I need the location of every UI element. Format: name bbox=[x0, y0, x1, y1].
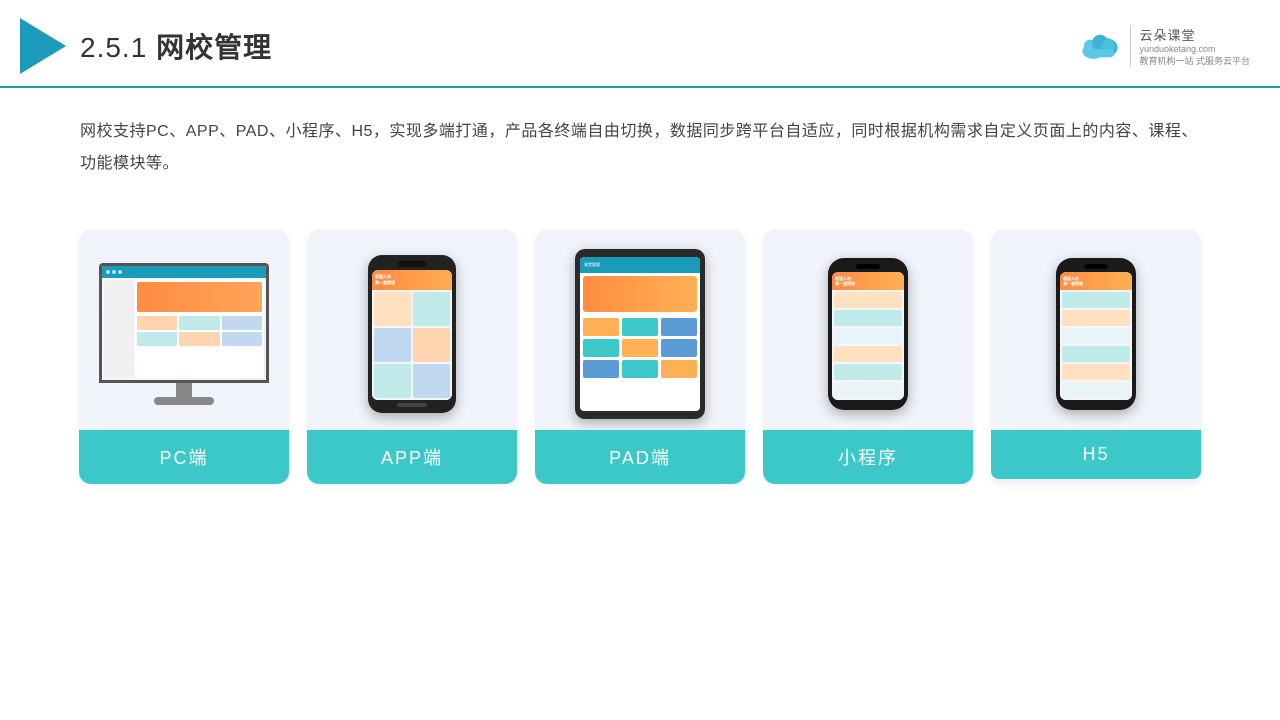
card-pad-image: 课堂管理 bbox=[535, 230, 745, 430]
monitor-screen bbox=[99, 263, 269, 383]
tablet-body: 课堂管理 bbox=[575, 249, 705, 419]
header: 2.5.1 网校管理 云朵课堂 yunduoketang.com 教育机构一站 … bbox=[0, 0, 1280, 88]
tablet-screen: 课堂管理 bbox=[580, 257, 700, 411]
phone-body: 职涯人的第一堂网课 bbox=[368, 255, 456, 413]
miniphone-body: 职涯人的第一堂网课 bbox=[828, 258, 908, 410]
page-title: 2.5.1 网校管理 bbox=[80, 26, 272, 66]
card-app-image: 职涯人的第一堂网课 bbox=[307, 230, 517, 430]
card-h5-image: 职涯人的第一堂网课 bbox=[991, 230, 1201, 430]
card-miniprogram-label: 小程序 bbox=[763, 430, 973, 484]
brand-name: 云朵课堂 bbox=[1139, 25, 1195, 44]
brand-url: yunduoketang.com bbox=[1139, 44, 1215, 54]
brand-logo: 云朵课堂 yunduoketang.com 教育机构一站 式服务云平台 bbox=[1076, 25, 1250, 67]
card-h5: 职涯人的第一堂网课 H5 bbox=[991, 230, 1201, 484]
phone-screen: 职涯人的第一堂网课 bbox=[372, 270, 452, 400]
card-h5-label: H5 bbox=[991, 430, 1201, 479]
card-app: 职涯人的第一堂网课 APP端 bbox=[307, 230, 517, 484]
h5-phone-screen: 职涯人的第一堂网课 bbox=[1060, 272, 1132, 400]
logo-icon bbox=[20, 18, 66, 74]
card-pc-label: PC端 bbox=[79, 430, 289, 484]
miniphone-screen: 职涯人的第一堂网课 bbox=[832, 272, 904, 400]
section-number: 2.5.1 bbox=[80, 32, 147, 63]
header-left: 2.5.1 网校管理 bbox=[20, 18, 272, 74]
phone-home-button bbox=[397, 403, 427, 407]
monitor-stand-neck bbox=[176, 383, 192, 397]
card-app-label: APP端 bbox=[307, 430, 517, 484]
tablet-mockup: 课堂管理 bbox=[575, 249, 705, 419]
monitor-stand-base bbox=[154, 397, 214, 405]
card-miniprogram-image: 职涯人的第一堂网课 bbox=[763, 230, 973, 430]
platform-cards: PC端 职涯人的第一堂网课 bbox=[0, 200, 1280, 504]
card-pc-image bbox=[79, 230, 289, 430]
h5-phone-mockup: 职涯人的第一堂网课 bbox=[1056, 258, 1136, 410]
cloud-icon bbox=[1076, 30, 1124, 62]
phone-notch bbox=[398, 261, 426, 267]
card-pad: 课堂管理 bbox=[535, 230, 745, 484]
description-paragraph: 网校支持PC、APP、PAD、小程序、H5，实现多端打通，产品各终端自由切换，数… bbox=[80, 116, 1200, 180]
brand-tagline: 教育机构一站 式服务云平台 bbox=[1139, 54, 1250, 67]
h5-phone-notch bbox=[1084, 264, 1108, 269]
miniphone-notch bbox=[856, 264, 880, 269]
card-pad-label: PAD端 bbox=[535, 430, 745, 484]
miniprogram-phone-mockup: 职涯人的第一堂网课 bbox=[828, 258, 908, 410]
card-pc: PC端 bbox=[79, 230, 289, 484]
description-text: 网校支持PC、APP、PAD、小程序、H5，实现多端打通，产品各终端自由切换，数… bbox=[0, 88, 1280, 190]
h5-phone-body: 职涯人的第一堂网课 bbox=[1056, 258, 1136, 410]
card-miniprogram: 职涯人的第一堂网课 小程序 bbox=[763, 230, 973, 484]
section-title: 网校管理 bbox=[156, 32, 272, 63]
header-right: 云朵课堂 yunduoketang.com 教育机构一站 式服务云平台 bbox=[1076, 25, 1250, 67]
monitor-mockup bbox=[99, 263, 269, 405]
app-phone-mockup: 职涯人的第一堂网课 bbox=[368, 255, 456, 413]
brand-text: 云朵课堂 yunduoketang.com 教育机构一站 式服务云平台 bbox=[1130, 25, 1250, 67]
